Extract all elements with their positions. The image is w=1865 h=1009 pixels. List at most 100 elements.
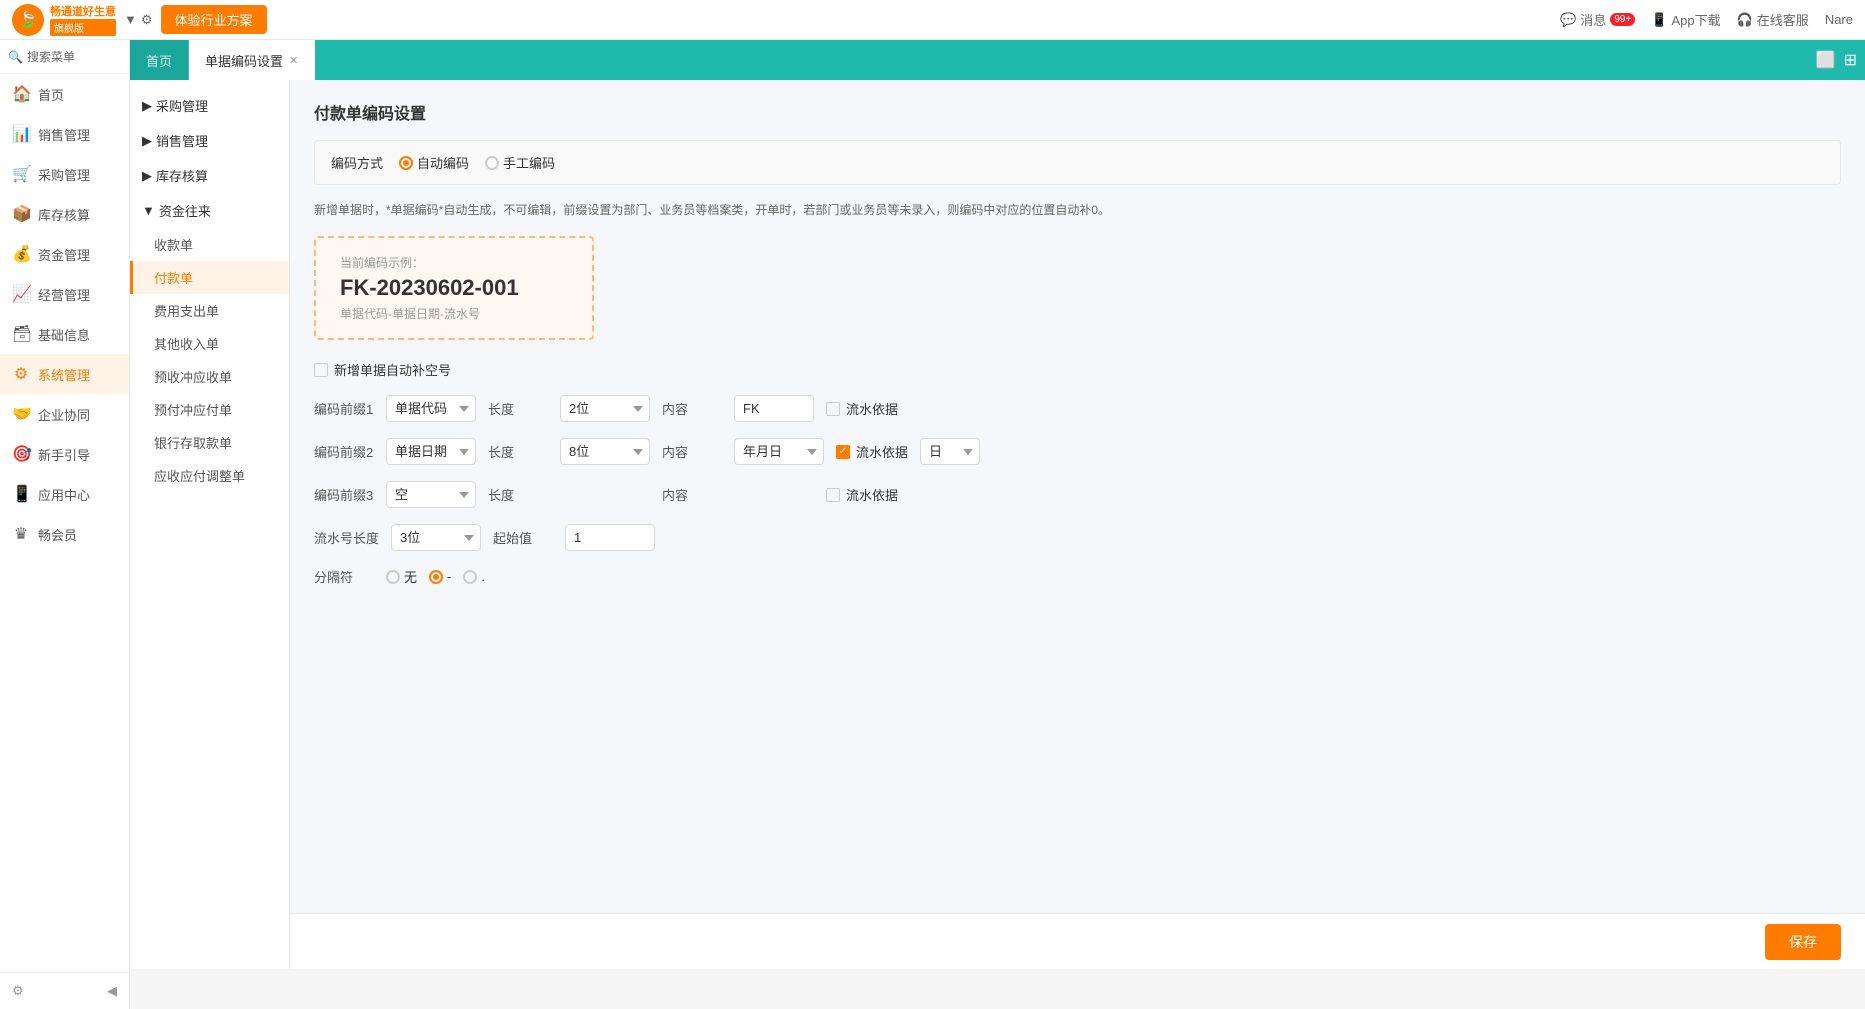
save-button[interactable]: 保存 xyxy=(1765,924,1841,960)
separator-none-option[interactable]: 无 xyxy=(386,567,417,586)
sub-item-expense[interactable]: 费用支出单 xyxy=(130,294,289,327)
basic-icon: 🗃 xyxy=(12,324,30,344)
sidebar-item-app-center[interactable]: 📱 应用中心 xyxy=(0,474,129,514)
content-area: 首页 单据编码设置 ✕ ⬜ ⊞ ▶ 采购管理 ▶ 销售管理 xyxy=(130,40,1865,969)
prefix1-serial-row: 流水依据 xyxy=(826,399,898,418)
prefix1-serial-checkbox[interactable] xyxy=(826,402,840,416)
sub-item-prepay-recv[interactable]: 预收冲应收单 xyxy=(130,360,289,393)
serial-length-label: 流水号长度 xyxy=(314,528,379,547)
auto-encode-option[interactable]: 自动编码 xyxy=(399,153,469,172)
separator-dash-option[interactable]: - xyxy=(429,569,451,584)
sub-item-payment[interactable]: 付款单 xyxy=(130,261,289,294)
system-icon: ⚙ xyxy=(12,364,30,384)
online-service-button[interactable]: 🎧 在线客服 xyxy=(1737,10,1809,29)
encoding-method-row: 编码方式 自动编码 手工编码 xyxy=(314,140,1841,185)
sub-group-fund[interactable]: ▼ 资金往来 xyxy=(130,193,289,228)
sub-group-inventory[interactable]: ▶ 库存核算 xyxy=(130,158,289,193)
messages-button[interactable]: 💬 消息 99+ xyxy=(1560,10,1635,29)
sidebar-search[interactable]: 🔍 搜索菜单 xyxy=(0,40,129,74)
prefix2-select[interactable]: 单据日期 xyxy=(386,438,476,465)
tabbar-right: ⬜ ⊞ xyxy=(1816,50,1865,70)
sidebar-item-purchase[interactable]: 🛒 采购管理 xyxy=(0,154,129,194)
bottom-bar: 保存 xyxy=(290,913,1865,969)
topbar-right: 💬 消息 99+ 📱 App下载 🎧 在线客服 Nare xyxy=(1560,10,1853,29)
prefix2-content-label: 内容 xyxy=(662,442,722,461)
sidebar-item-vip[interactable]: ♛ 畅会员 xyxy=(0,514,129,554)
form-area: 付款单编码设置 编码方式 自动编码 手工编码 xyxy=(290,80,1865,913)
tabbar: 首页 单据编码设置 ✕ ⬜ ⊞ xyxy=(130,40,1865,80)
separator-dash-radio[interactable] xyxy=(429,570,443,584)
serial-length-select[interactable]: 3位 xyxy=(391,524,481,551)
separator-row: 分隔符 无 - . xyxy=(314,567,1841,586)
sub-item-prepay-pay[interactable]: 预付冲应付单 xyxy=(130,393,289,426)
prefix1-length-label: 长度 xyxy=(488,399,548,418)
auto-encode-radio[interactable] xyxy=(399,156,413,170)
auto-fill-checkbox[interactable] xyxy=(314,363,328,377)
page-title: 付款单编码设置 xyxy=(314,100,1841,124)
prefix2-serial-unit-select[interactable]: 日 xyxy=(920,438,980,465)
prefix1-length-select[interactable]: 2位 xyxy=(560,395,650,422)
sidebar-item-home[interactable]: 🏠 首页 xyxy=(0,74,129,114)
tabbar-expand-btn[interactable]: ⊞ xyxy=(1844,50,1857,70)
sub-group-purchase[interactable]: ▶ 采购管理 xyxy=(130,88,289,123)
separator-dot-option[interactable]: . xyxy=(463,569,485,584)
enterprise-icon: 🤝 xyxy=(12,404,30,424)
page-body: ▶ 采购管理 ▶ 销售管理 ▶ 库存核算 ▼ 资金往来 收款单 付款单 费用支出… xyxy=(130,80,1865,969)
sub-item-bank[interactable]: 银行存取款单 xyxy=(130,426,289,459)
app-download-button[interactable]: 📱 App下载 xyxy=(1651,10,1720,29)
tab-home[interactable]: 首页 xyxy=(130,40,189,80)
prefix1-content-label: 内容 xyxy=(662,399,722,418)
manual-encode-option[interactable]: 手工编码 xyxy=(485,153,555,172)
trial-button[interactable]: 体验行业方案 xyxy=(161,5,267,34)
sidebar-item-basic[interactable]: 🗃 基础信息 xyxy=(0,314,129,354)
sidebar-item-sales[interactable]: 📊 销售管理 xyxy=(0,114,129,154)
sub-item-other-income[interactable]: 其他收入单 xyxy=(130,327,289,360)
prefix3-serial-checkbox[interactable] xyxy=(826,488,840,502)
prefix2-row: 编码前缀2 单据日期 长度 8位 内容 年月日 ✓ xyxy=(314,438,1841,465)
logo-text: 畅通道好生意 旗舰版 xyxy=(50,3,116,36)
encoding-radio-group: 自动编码 手工编码 xyxy=(399,153,555,172)
manual-encode-radio[interactable] xyxy=(485,156,499,170)
tabbar-collapse-btn[interactable]: ⬜ xyxy=(1816,50,1836,70)
separator-dot-radio[interactable] xyxy=(463,570,477,584)
vip-icon: ♛ xyxy=(12,524,30,544)
prefix1-select[interactable]: 单据代码 xyxy=(386,395,476,422)
sub-item-receipt[interactable]: 收款单 xyxy=(130,228,289,261)
service-icon: 🎧 xyxy=(1737,12,1753,28)
sidebar-item-enterprise[interactable]: 🤝 企业协同 xyxy=(0,394,129,434)
user-menu[interactable]: Nare xyxy=(1825,12,1853,27)
prefix3-select[interactable]: 空 xyxy=(386,481,476,508)
topbar-nav: ▼ ⚙ xyxy=(124,12,153,28)
prefix2-serial-label: 流水依据 xyxy=(856,442,908,461)
sidebar-item-system[interactable]: ⚙ 系统管理 xyxy=(0,354,129,394)
prefix1-serial-label: 流水依据 xyxy=(846,399,898,418)
settings-icon[interactable]: ⚙ xyxy=(141,12,153,28)
sidebar-item-inventory[interactable]: 📦 库存核算 xyxy=(0,194,129,234)
start-value-input[interactable] xyxy=(565,524,655,551)
nav-dropdown-arrow[interactable]: ▼ xyxy=(124,12,137,27)
prefix1-row: 编码前缀1 单据代码 长度 2位 内容 流水依据 xyxy=(314,395,1841,422)
message-icon: 💬 xyxy=(1560,12,1576,28)
purchase-icon: 🛒 xyxy=(12,164,30,184)
sidebar-item-operations[interactable]: 📈 经营管理 xyxy=(0,274,129,314)
prefix2-serial-row: ✓ 流水依据 xyxy=(836,442,908,461)
preview-value: FK-20230602-001 xyxy=(340,275,568,301)
logo: 🍃 畅通道好生意 旗舰版 xyxy=(12,3,116,36)
sub-item-payable-adj[interactable]: 应收应付调整单 xyxy=(130,459,289,492)
sidebar-item-finance[interactable]: 💰 资金管理 xyxy=(0,234,129,274)
sidebar-item-newbie[interactable]: 🎯 新手引导 xyxy=(0,434,129,474)
prefix2-content-select[interactable]: 年月日 xyxy=(734,438,824,465)
expand-icon-fund: ▼ xyxy=(142,203,155,218)
info-text: 新增单据时，*单据编码*自动生成，不可编辑，前缀设置为部门、业务员等档案类，开单… xyxy=(314,201,1841,220)
separator-options: 无 - . xyxy=(386,567,485,586)
prefix2-length-select[interactable]: 8位 xyxy=(560,438,650,465)
sub-group-sales[interactable]: ▶ 销售管理 xyxy=(130,123,289,158)
prefix2-serial-checkbox[interactable]: ✓ xyxy=(836,445,850,459)
home-icon: 🏠 xyxy=(12,84,30,104)
tab-serial-settings[interactable]: 单据编码设置 ✕ xyxy=(189,40,315,80)
prefix1-content-input[interactable] xyxy=(734,395,814,422)
separator-none-radio[interactable] xyxy=(386,570,400,584)
expand-icon-sales: ▶ xyxy=(142,133,152,149)
sales-icon: 📊 xyxy=(12,124,30,144)
tab-close-icon[interactable]: ✕ xyxy=(289,54,298,67)
